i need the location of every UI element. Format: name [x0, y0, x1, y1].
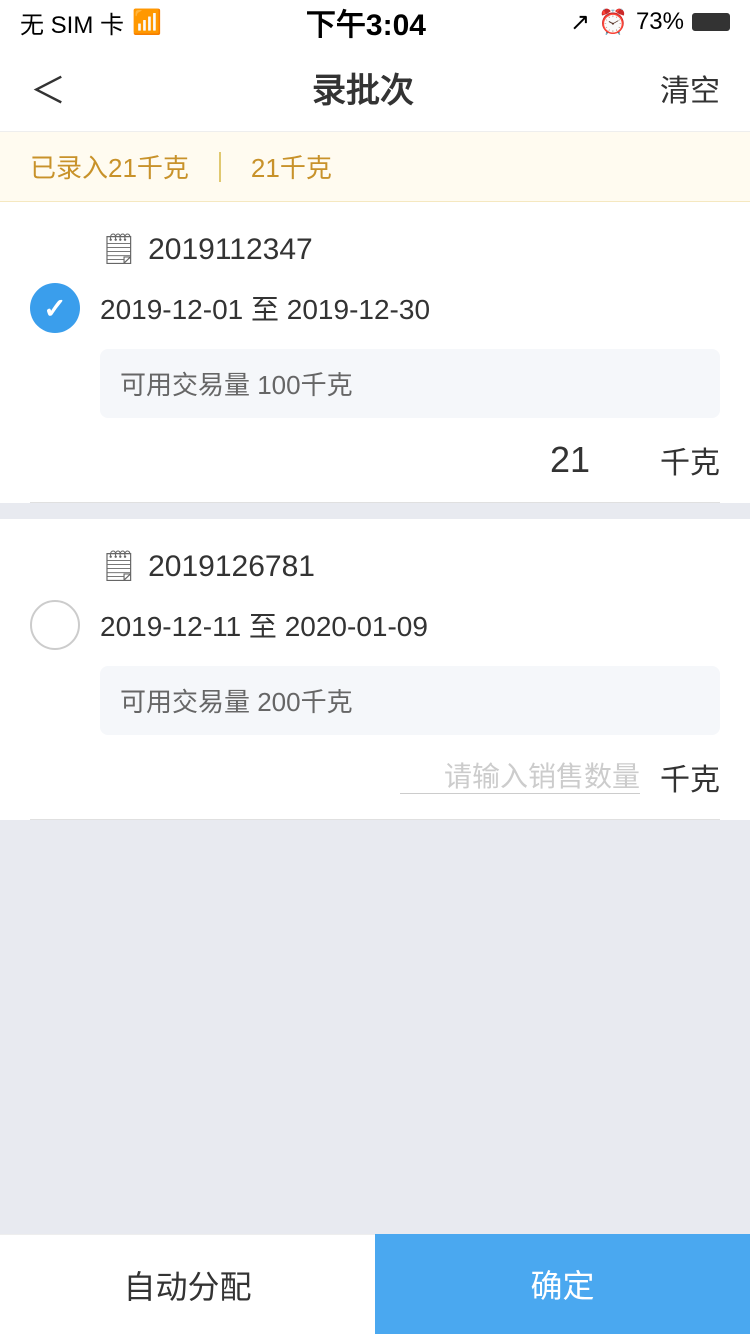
- batch-card-1: 🗒 2019112347 2019-12-01 至 2019-12-30 可用交…: [0, 202, 750, 503]
- status-bar: 无 SIM 卡 📶 下午3:04 ↗ ⏰ 73%: [0, 0, 750, 44]
- batch-id-1: 2019112347: [148, 233, 313, 267]
- batch-card-2: 🗒 2019126781 2019-12-11 至 2020-01-09 可用交…: [0, 519, 750, 820]
- status-left: 无 SIM 卡 📶: [20, 5, 162, 40]
- batch-id-row-2: 🗒 2019126781: [30, 549, 720, 584]
- clear-button[interactable]: 清空: [660, 66, 720, 110]
- auto-distribute-button[interactable]: 自动分配: [0, 1234, 375, 1334]
- status-time: 下午3:04: [306, 0, 426, 44]
- batch-id-2: 2019126781: [148, 550, 315, 584]
- qty-row-1: 21 千克: [0, 418, 750, 502]
- bottom-bar: 自动分配 确定: [0, 1234, 750, 1334]
- battery-text: 73%: [636, 8, 684, 36]
- wifi-icon: 📶: [132, 8, 162, 37]
- alarm-icon: ⏰: [598, 8, 628, 37]
- available-qty-row-2: 可用交易量 200千克: [100, 666, 720, 735]
- batch-date-row-1[interactable]: 2019-12-01 至 2019-12-30: [30, 283, 720, 333]
- status-right: ↗ ⏰ 73%: [570, 8, 730, 37]
- available-qty-row-1: 可用交易量 100千克: [100, 349, 720, 418]
- section-divider: [0, 503, 750, 519]
- available-qty-2: 可用交易量 200千克: [120, 687, 353, 717]
- empty-area: [0, 820, 750, 1260]
- page-title: 录批次: [312, 63, 414, 112]
- recorded-label: 已录入21千克: [30, 148, 189, 185]
- qty-unit-1: 千克: [660, 438, 720, 482]
- batch-icon-2: 🗒: [100, 549, 138, 584]
- carrier-text: 无 SIM 卡: [20, 5, 124, 40]
- location-icon: ↗: [570, 8, 590, 37]
- radio-2[interactable]: [30, 600, 80, 650]
- qty-input-2[interactable]: [400, 761, 640, 794]
- confirm-button[interactable]: 确定: [375, 1234, 750, 1334]
- qty-value-1: 21: [550, 439, 590, 481]
- radio-1[interactable]: [30, 283, 80, 333]
- back-button[interactable]: ＜: [30, 62, 66, 114]
- batch-item-2: 🗒 2019126781 2019-12-11 至 2020-01-09 可用交…: [0, 519, 750, 735]
- banner-divider: [219, 152, 221, 182]
- nav-bar: ＜ 录批次 清空: [0, 44, 750, 132]
- batch-icon-1: 🗒: [100, 232, 138, 267]
- batch-date-2: 2019-12-11 至 2020-01-09: [100, 605, 428, 645]
- batch-item-1: 🗒 2019112347 2019-12-01 至 2019-12-30 可用交…: [0, 202, 750, 418]
- battery-icon: [692, 13, 730, 31]
- qty-unit-2: 千克: [660, 755, 720, 799]
- batch-date-row-2[interactable]: 2019-12-11 至 2020-01-09: [30, 600, 720, 650]
- recorded-value: 21千克: [251, 148, 332, 185]
- batch-date-1: 2019-12-01 至 2019-12-30: [100, 288, 430, 328]
- qty-row-2: 千克: [0, 735, 750, 819]
- batch-id-row-1: 🗒 2019112347: [30, 232, 720, 267]
- info-banner: 已录入21千克 21千克: [0, 132, 750, 202]
- available-qty-1: 可用交易量 100千克: [120, 370, 353, 400]
